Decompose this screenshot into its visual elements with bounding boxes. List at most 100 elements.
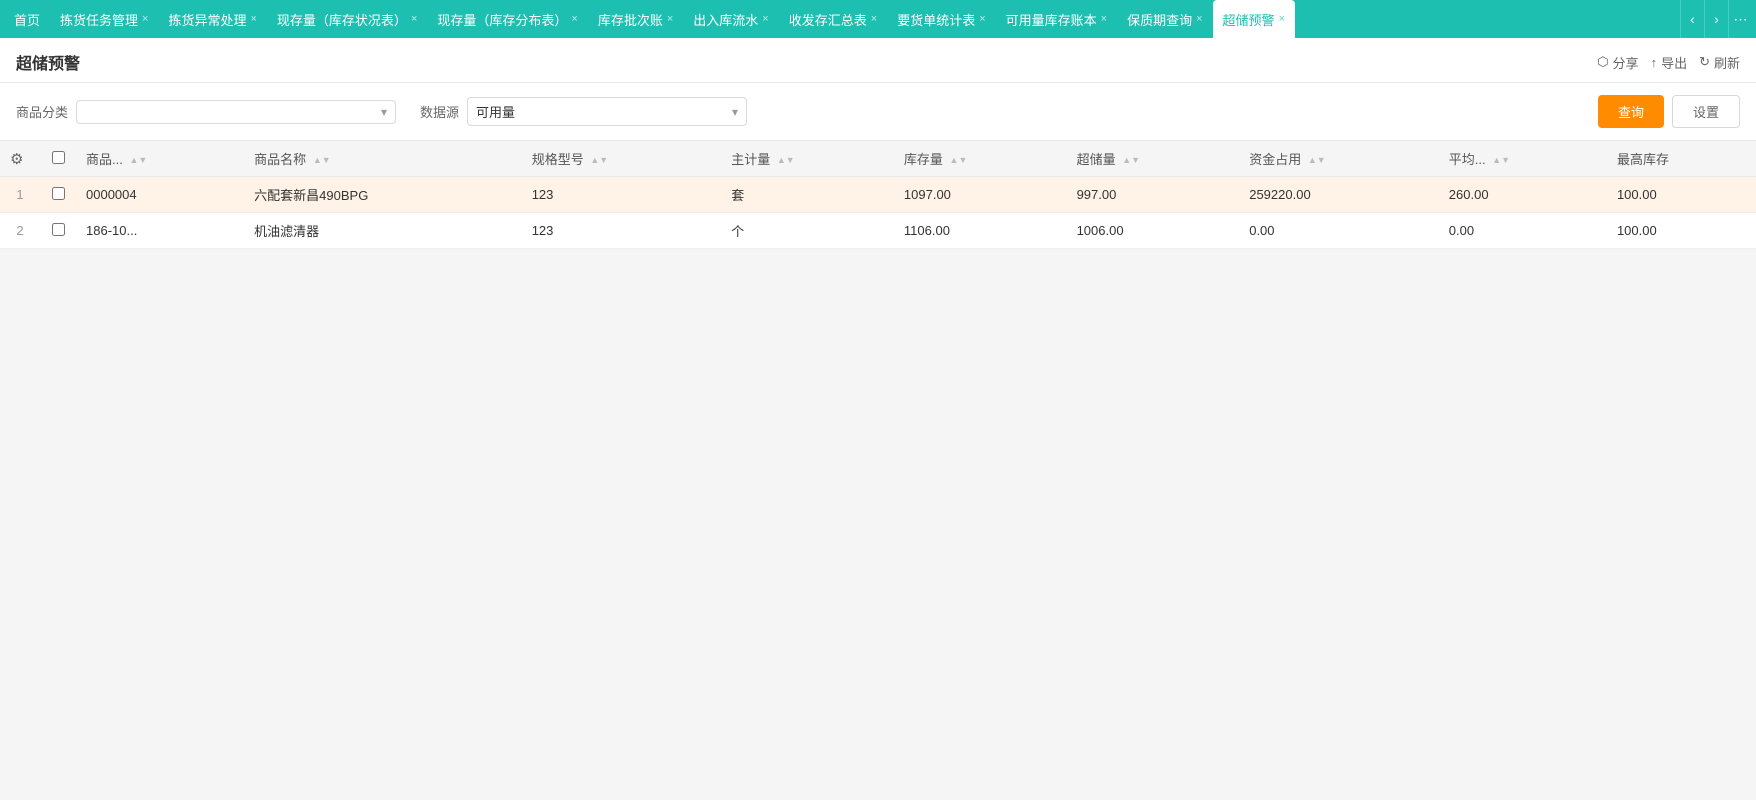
row-unit: 套	[721, 177, 894, 213]
row-capital: 0.00	[1239, 213, 1439, 249]
settings-button[interactable]: 设置	[1672, 95, 1740, 128]
nav-close-batch[interactable]: ×	[667, 13, 673, 25]
nav-prev-arrow[interactable]: ‹	[1680, 0, 1704, 38]
nav-item-home[interactable]: 首页	[4, 0, 50, 38]
col-unit[interactable]: 主计量 ▲▼	[721, 141, 894, 177]
col-capital[interactable]: 资金占用 ▲▼	[1239, 141, 1439, 177]
sort-icon-spec: ▲▼	[590, 156, 608, 165]
row-product-name: 六配套新昌490BPG	[244, 177, 522, 213]
row-index: 2	[0, 213, 40, 249]
row-checkbox[interactable]	[52, 223, 65, 236]
page-title: 超储预警	[16, 50, 80, 74]
col-avg[interactable]: 平均... ▲▼	[1439, 141, 1607, 177]
nav-close-available[interactable]: ×	[1101, 13, 1107, 25]
row-over-stock: 997.00	[1067, 177, 1240, 213]
nav-close-overstock[interactable]: ×	[1279, 13, 1285, 25]
filter-area: 商品分类 ▾ 数据源 可用量 ▾ 查询 设置	[0, 83, 1756, 141]
row-capital: 259220.00	[1239, 177, 1439, 213]
data-table: ⚙ 商品... ▲▼ 商品名称 ▲▼ 规格型号 ▲▼ 主计	[0, 141, 1756, 249]
sort-icon-stock: ▲▼	[950, 156, 968, 165]
row-checkbox-cell	[40, 213, 76, 249]
row-product-name: 机油滤清器	[244, 213, 522, 249]
sort-icon-avg: ▲▼	[1492, 156, 1510, 165]
category-filter: 商品分类 ▾	[16, 100, 396, 124]
datasource-filter: 数据源 可用量 ▾	[420, 97, 747, 126]
sort-icon-unit: ▲▼	[777, 156, 795, 165]
nav-close-exception[interactable]: ×	[250, 13, 256, 25]
row-max-stock: 100.00	[1607, 177, 1756, 213]
datasource-select[interactable]: 可用量 ▾	[467, 97, 747, 126]
nav-close-task[interactable]: ×	[142, 13, 148, 25]
row-stock: 1097.00	[894, 177, 1067, 213]
col-spec[interactable]: 规格型号 ▲▼	[522, 141, 722, 177]
share-icon: ⬡	[1597, 54, 1608, 70]
nav-item-batch[interactable]: 库存批次账 ×	[588, 0, 683, 38]
nav-item-overstock[interactable]: 超储预警 ×	[1213, 0, 1295, 38]
nav-item-quality[interactable]: 保质期查询 ×	[1117, 0, 1212, 38]
table-row: 2 186-10... 机油滤清器 123 个 1106.00 1006.00 …	[0, 213, 1756, 249]
export-icon: ↑	[1651, 55, 1658, 70]
nav-close-stock-status[interactable]: ×	[411, 13, 417, 25]
nav-next-arrow[interactable]: ›	[1704, 0, 1728, 38]
col-checkbox	[40, 141, 76, 177]
nav-item-task[interactable]: 拣货任务管理 ×	[50, 0, 158, 38]
page-header: 超储预警 ⬡ 分享 ↑ 导出 ↻ 刷新	[0, 38, 1756, 83]
nav-close-order-stat[interactable]: ×	[979, 13, 985, 25]
datasource-select-arrow: ▾	[732, 105, 738, 119]
row-avg: 260.00	[1439, 177, 1607, 213]
col-stock[interactable]: 库存量 ▲▼	[894, 141, 1067, 177]
nav-more-arrow[interactable]: ⋯	[1728, 0, 1752, 38]
table-header-row: ⚙ 商品... ▲▼ 商品名称 ▲▼ 规格型号 ▲▼ 主计	[0, 141, 1756, 177]
refresh-icon: ↻	[1699, 54, 1710, 70]
share-button[interactable]: ⬡ 分享	[1597, 53, 1638, 72]
datasource-value: 可用量	[476, 102, 515, 121]
nav-item-inout[interactable]: 出入库流水 ×	[683, 0, 778, 38]
category-select-arrow: ▾	[381, 105, 387, 119]
row-spec: 123	[522, 213, 722, 249]
nav-close-inout[interactable]: ×	[762, 13, 768, 25]
export-button[interactable]: ↑ 导出	[1651, 53, 1688, 72]
col-product-name[interactable]: 商品名称 ▲▼	[244, 141, 522, 177]
nav-item-exception[interactable]: 拣货异常处理 ×	[158, 0, 266, 38]
col-product-code[interactable]: 商品... ▲▼	[76, 141, 244, 177]
header-actions: ⬡ 分享 ↑ 导出 ↻ 刷新	[1597, 53, 1740, 72]
nav-close-quality[interactable]: ×	[1196, 13, 1202, 25]
nav-close-summary[interactable]: ×	[871, 13, 877, 25]
filter-actions: 查询 设置	[1598, 95, 1740, 128]
row-spec: 123	[522, 177, 722, 213]
nav-close-stock-dist[interactable]: ×	[571, 13, 577, 25]
row-product-code: 0000004	[76, 177, 244, 213]
gear-icon[interactable]: ⚙	[10, 151, 23, 168]
nav-item-stock-dist[interactable]: 现存量（库存分布表） ×	[427, 0, 587, 38]
row-product-code: 186-10...	[76, 213, 244, 249]
row-checkbox[interactable]	[52, 187, 65, 200]
sort-icon-capital: ▲▼	[1308, 156, 1326, 165]
datasource-label: 数据源	[420, 102, 459, 121]
row-index: 1	[0, 177, 40, 213]
col-settings: ⚙	[0, 141, 40, 177]
sort-icon-product-name: ▲▼	[313, 156, 331, 165]
col-over-stock[interactable]: 超储量 ▲▼	[1067, 141, 1240, 177]
table-container: ⚙ 商品... ▲▼ 商品名称 ▲▼ 规格型号 ▲▼ 主计	[0, 141, 1756, 249]
nav-item-summary[interactable]: 收发存汇总表 ×	[779, 0, 887, 38]
refresh-button[interactable]: ↻ 刷新	[1699, 53, 1740, 72]
nav-item-available[interactable]: 可用量库存账本 ×	[996, 0, 1117, 38]
nav-arrows: ‹ › ⋯	[1680, 0, 1752, 38]
sort-icon-product-code: ▲▼	[129, 156, 147, 165]
row-stock: 1106.00	[894, 213, 1067, 249]
row-over-stock: 1006.00	[1067, 213, 1240, 249]
sort-icon-over-stock: ▲▼	[1122, 156, 1140, 165]
row-avg: 0.00	[1439, 213, 1607, 249]
top-nav: 首页 拣货任务管理 × 拣货异常处理 × 现存量（库存状况表） × 现存量（库存…	[0, 0, 1756, 38]
col-max-stock[interactable]: 最高库存	[1607, 141, 1756, 177]
query-button[interactable]: 查询	[1598, 95, 1664, 128]
select-all-checkbox[interactable]	[52, 151, 65, 164]
table-row: 1 0000004 六配套新昌490BPG 123 套 1097.00 997.…	[0, 177, 1756, 213]
row-checkbox-cell	[40, 177, 76, 213]
nav-item-stock-status[interactable]: 现存量（库存状况表） ×	[267, 0, 427, 38]
row-max-stock: 100.00	[1607, 213, 1756, 249]
category-label: 商品分类	[16, 102, 68, 121]
category-select[interactable]: ▾	[76, 100, 396, 124]
nav-item-order-stat[interactable]: 要货单统计表 ×	[887, 0, 995, 38]
row-unit: 个	[721, 213, 894, 249]
